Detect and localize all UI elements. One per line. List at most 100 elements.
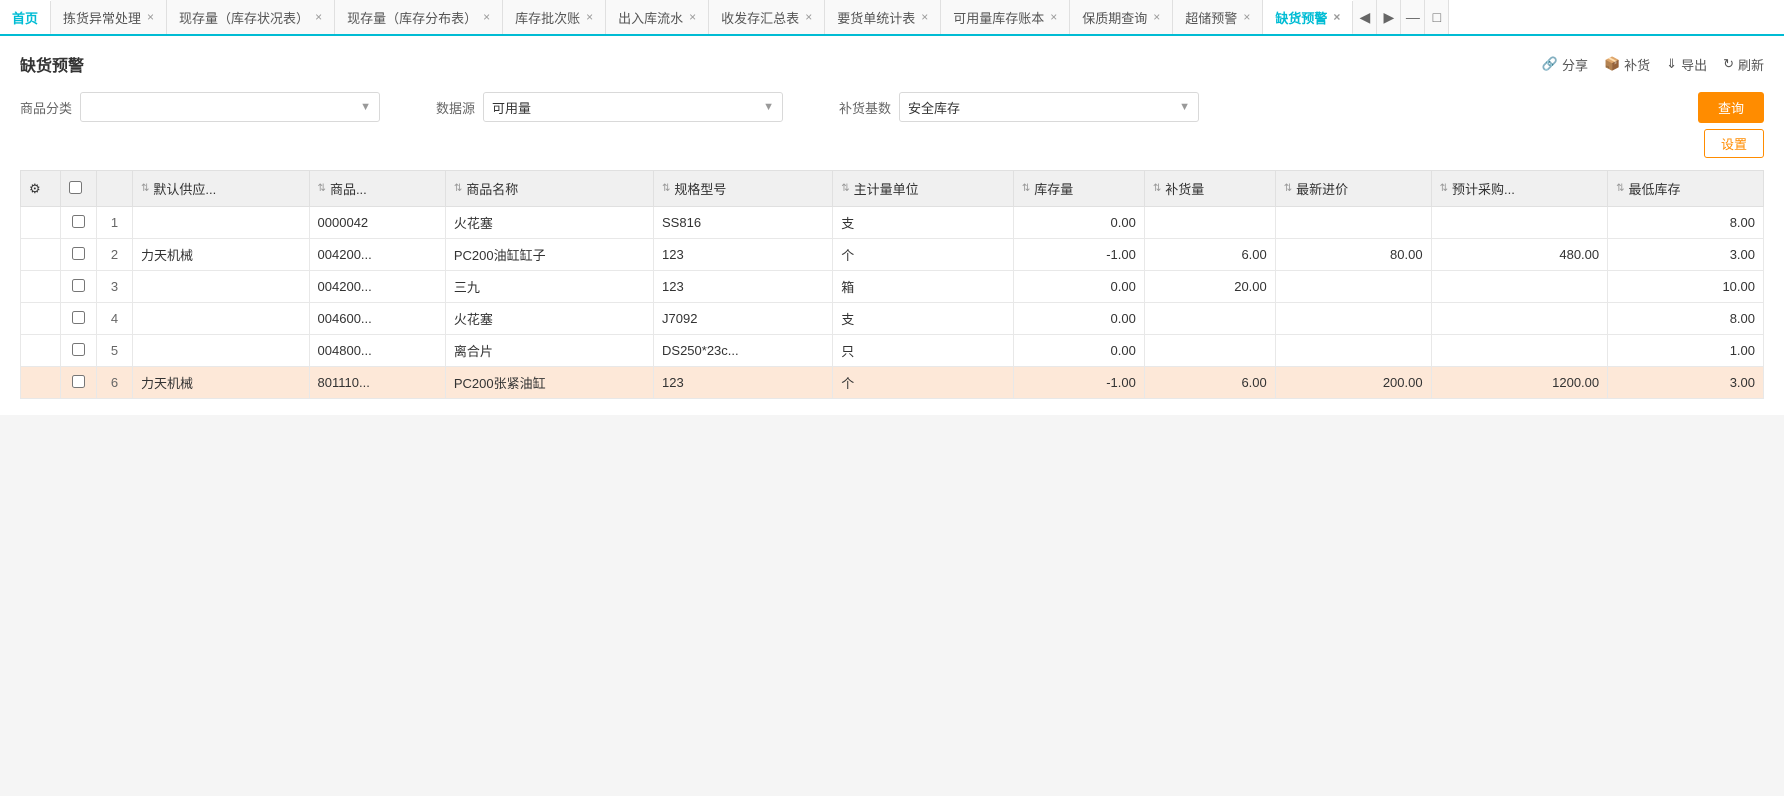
tab-expiry[interactable]: 保质期查询 × bbox=[1070, 0, 1173, 34]
tab-inventory-dist-close[interactable]: × bbox=[483, 10, 490, 24]
replenish-base-label: 补货基数 bbox=[839, 98, 891, 117]
table-body: 1 0000042 火花塞 SS816 支 0.00 8.00 2 力天机械 0… bbox=[21, 207, 1764, 399]
row-est-purchase-1: 480.00 bbox=[1431, 239, 1608, 271]
row-unit-0: 支 bbox=[833, 207, 1014, 239]
tab-abnormal[interactable]: 拣货异常处理 × bbox=[51, 0, 167, 34]
row-index-1: 2 bbox=[97, 239, 133, 271]
row-stock-3: 0.00 bbox=[1013, 303, 1144, 335]
name-sort-icon: ⇅ bbox=[454, 183, 462, 194]
row-spec-4: DS250*23c... bbox=[654, 335, 833, 367]
row-replenish-2: 20.00 bbox=[1144, 271, 1275, 303]
data-table: ⚙ ⇅ 默认供应... ⇅ 商品... bbox=[20, 170, 1764, 399]
tab-shortage-label: 缺货预警 bbox=[1275, 8, 1327, 27]
row-checkbox-5[interactable] bbox=[61, 367, 97, 399]
col-stock-label: 库存量 bbox=[1034, 179, 1073, 198]
category-label: 商品分类 bbox=[20, 98, 72, 117]
filter-row-1: 商品分类 ▼ 数据源 可用量 ▼ 补货基数 bbox=[20, 92, 1682, 122]
tab-overstock-label: 超储预警 bbox=[1185, 8, 1237, 27]
category-select[interactable]: ▼ bbox=[80, 92, 380, 122]
row-est-purchase-4 bbox=[1431, 335, 1608, 367]
row-check-input-4[interactable] bbox=[72, 343, 85, 356]
tab-collect-close[interactable]: × bbox=[805, 10, 812, 24]
row-checkbox-1[interactable] bbox=[61, 239, 97, 271]
tab-inventory-dist[interactable]: 现存量（库存分布表） × bbox=[335, 0, 503, 34]
tab-prev-button[interactable]: ◀ bbox=[1353, 0, 1377, 35]
row-check-input-2[interactable] bbox=[72, 279, 85, 292]
row-replenish-1: 6.00 bbox=[1144, 239, 1275, 271]
row-check-input-0[interactable] bbox=[72, 215, 85, 228]
share-action[interactable]: 🔗 分享 bbox=[1542, 55, 1588, 74]
code-sort-icon: ⇅ bbox=[318, 183, 326, 194]
refresh-action[interactable]: ↻ 刷新 bbox=[1723, 55, 1764, 74]
row-check-input-1[interactable] bbox=[72, 247, 85, 260]
tab-order-stats[interactable]: 要货单统计表 × bbox=[825, 0, 941, 34]
row-check-input-3[interactable] bbox=[72, 311, 85, 324]
row-check-input-5[interactable] bbox=[72, 375, 85, 388]
row-stock-0: 0.00 bbox=[1013, 207, 1144, 239]
page-title-row: 缺货预警 🔗 分享 📦 补货 ⇓ 导出 ↻ 刷新 bbox=[20, 52, 1764, 76]
tab-order-stats-close[interactable]: × bbox=[921, 10, 928, 24]
query-button[interactable]: 查询 bbox=[1698, 92, 1764, 123]
replenish-base-select[interactable]: 安全库存 ▼ bbox=[899, 92, 1199, 122]
row-stock-1: -1.00 bbox=[1013, 239, 1144, 271]
tab-inventory-dist-label: 现存量（库存分布表） bbox=[347, 8, 477, 27]
tab-abnormal-close[interactable]: × bbox=[147, 10, 154, 24]
page-content: 缺货预警 🔗 分享 📦 补货 ⇓ 导出 ↻ 刷新 bbox=[0, 36, 1784, 415]
tab-next-button[interactable]: ▶ bbox=[1377, 0, 1401, 35]
filter-group-datasource: 数据源 可用量 ▼ bbox=[436, 92, 783, 122]
col-latest-price: ⇅ 最新进价 bbox=[1275, 171, 1431, 207]
col-unit-label: 主计量单位 bbox=[854, 179, 919, 198]
select-all-checkbox[interactable] bbox=[69, 181, 82, 194]
col-code-label: 商品... bbox=[330, 179, 367, 198]
row-checkbox-2[interactable] bbox=[61, 271, 97, 303]
tab-minimize-button[interactable]: — bbox=[1401, 0, 1425, 35]
tab-shortage-close[interactable]: × bbox=[1333, 10, 1340, 24]
latest-price-sort-icon: ⇅ bbox=[1284, 183, 1292, 194]
row-min-stock-1: 3.00 bbox=[1608, 239, 1764, 271]
col-name: ⇅ 商品名称 bbox=[445, 171, 653, 207]
row-settings-3 bbox=[21, 303, 61, 335]
tab-maximize-button[interactable]: □ bbox=[1425, 0, 1449, 35]
col-replenish-label: 补货量 bbox=[1165, 179, 1204, 198]
tab-inout-flow-close[interactable]: × bbox=[689, 10, 696, 24]
tab-shortage[interactable]: 缺货预警 × bbox=[1263, 1, 1353, 35]
row-latest-price-3 bbox=[1275, 303, 1431, 335]
row-checkbox-0[interactable] bbox=[61, 207, 97, 239]
tab-available[interactable]: 可用量库存账本 × bbox=[941, 0, 1070, 34]
row-settings-2 bbox=[21, 271, 61, 303]
replenish-label: 补货 bbox=[1624, 55, 1650, 74]
row-checkbox-4[interactable] bbox=[61, 335, 97, 367]
tab-batch-close[interactable]: × bbox=[586, 10, 593, 24]
share-icon: 🔗 bbox=[1542, 56, 1558, 72]
tab-overstock[interactable]: 超储预警 × bbox=[1173, 0, 1263, 34]
tab-collect[interactable]: 收发存汇总表 × bbox=[709, 0, 825, 34]
tab-expiry-close[interactable]: × bbox=[1153, 10, 1160, 24]
tab-overstock-close[interactable]: × bbox=[1243, 10, 1250, 24]
settings-button[interactable]: 设置 bbox=[1704, 129, 1764, 158]
col-index bbox=[97, 171, 133, 207]
row-index-2: 3 bbox=[97, 271, 133, 303]
tab-available-close[interactable]: × bbox=[1050, 10, 1057, 24]
tab-expiry-label: 保质期查询 bbox=[1082, 8, 1147, 27]
datasource-select[interactable]: 可用量 ▼ bbox=[483, 92, 783, 122]
tab-home[interactable]: 首页 bbox=[0, 1, 51, 35]
row-unit-4: 只 bbox=[833, 335, 1014, 367]
datasource-select-value: 可用量 bbox=[492, 98, 531, 117]
col-name-label: 商品名称 bbox=[466, 179, 518, 198]
row-checkbox-3[interactable] bbox=[61, 303, 97, 335]
tab-inventory-status[interactable]: 现存量（库存状况表） × bbox=[167, 0, 335, 34]
col-spec: ⇅ 规格型号 bbox=[654, 171, 833, 207]
tab-inout-flow[interactable]: 出入库流水 × bbox=[606, 0, 709, 34]
share-label: 分享 bbox=[1562, 55, 1588, 74]
replenish-action[interactable]: 📦 补货 bbox=[1604, 55, 1650, 74]
tab-batch[interactable]: 库存批次账 × bbox=[503, 0, 606, 34]
row-latest-price-5: 200.00 bbox=[1275, 367, 1431, 399]
row-min-stock-0: 8.00 bbox=[1608, 207, 1764, 239]
col-settings[interactable]: ⚙ bbox=[21, 171, 61, 207]
replenish-icon: 📦 bbox=[1604, 56, 1620, 72]
row-est-purchase-0 bbox=[1431, 207, 1608, 239]
export-action[interactable]: ⇓ 导出 bbox=[1666, 55, 1707, 74]
table-row: 1 0000042 火花塞 SS816 支 0.00 8.00 bbox=[21, 207, 1764, 239]
tab-inventory-status-close[interactable]: × bbox=[315, 10, 322, 24]
row-name-4: 离合片 bbox=[445, 335, 653, 367]
